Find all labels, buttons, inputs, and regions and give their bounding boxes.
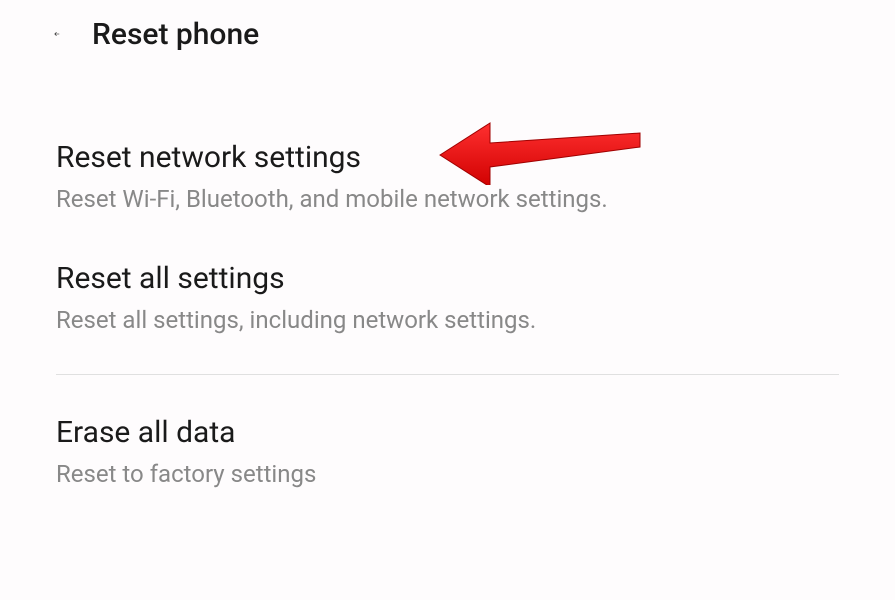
page-title: Reset phone	[92, 17, 259, 52]
setting-description: Reset Wi-Fi, Bluetooth, and mobile netwo…	[56, 185, 839, 213]
content: Reset network settings Reset Wi-Fi, Blue…	[0, 68, 895, 512]
setting-title: Reset all settings	[56, 261, 839, 296]
setting-description: Reset all settings, including network se…	[56, 306, 839, 334]
divider	[56, 374, 839, 375]
setting-title: Reset network settings	[56, 140, 839, 175]
back-button[interactable]	[24, 16, 60, 52]
reset-all-settings-item[interactable]: Reset all settings Reset all settings, i…	[56, 237, 839, 358]
setting-title: Erase all data	[56, 415, 839, 450]
header: Reset phone	[0, 0, 895, 68]
reset-network-settings-item[interactable]: Reset network settings Reset Wi-Fi, Blue…	[56, 116, 839, 237]
setting-description: Reset to factory settings	[56, 460, 839, 488]
arrow-left-icon	[54, 16, 60, 52]
erase-all-data-item[interactable]: Erase all data Reset to factory settings	[56, 391, 839, 512]
